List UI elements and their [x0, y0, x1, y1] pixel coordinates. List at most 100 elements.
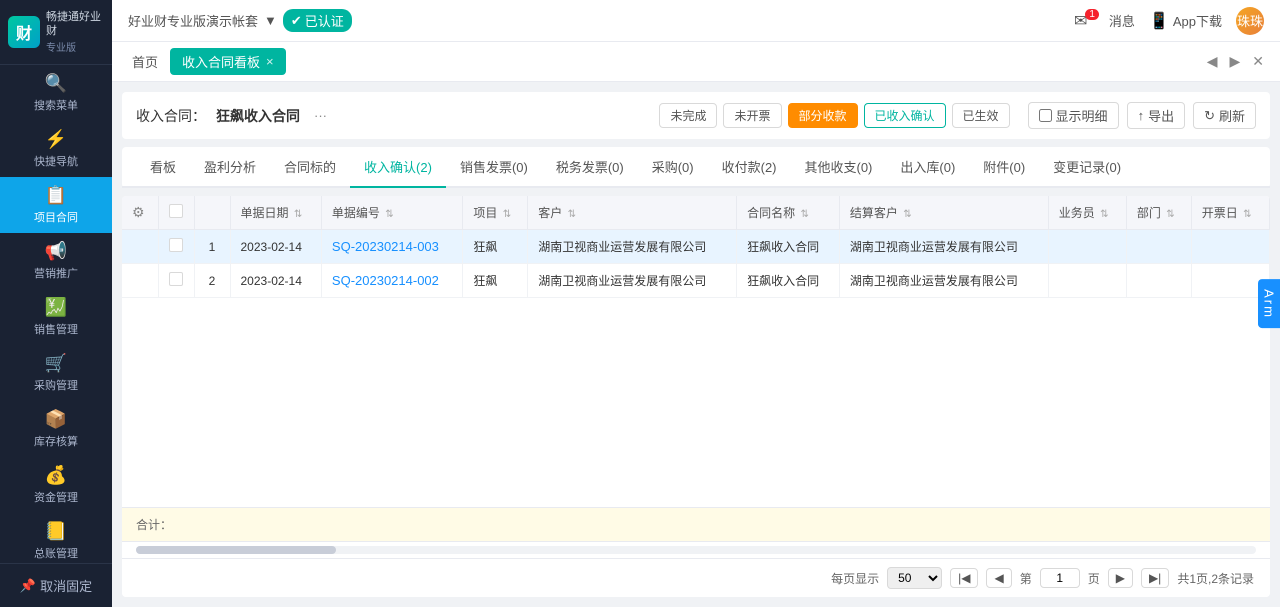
- td-settled_customer: 湖南卫视商业运营发展有限公司: [839, 264, 1048, 298]
- sidebar-label: 快捷导航: [34, 153, 78, 169]
- sidebar-item-库存核算[interactable]: 📦 库存核算: [0, 401, 112, 457]
- td-code[interactable]: SQ-20230214-002: [321, 264, 462, 298]
- nav-next-icon[interactable]: ▶: [1225, 51, 1244, 72]
- message-action[interactable]: ✉ 1 消息: [1074, 11, 1135, 31]
- sidebar-bottom: 📌 取消固定: [0, 563, 112, 607]
- th-settled_customer: 结算客户 ⇅: [839, 196, 1048, 230]
- pagination-prev-btn[interactable]: ◀: [986, 568, 1011, 588]
- status-btn-未开票[interactable]: 未开票: [723, 103, 781, 128]
- sort-icon-project[interactable]: ⇅: [503, 209, 511, 220]
- page-number-input[interactable]: [1040, 568, 1080, 588]
- sidebar-label: 采购管理: [34, 377, 78, 393]
- pin-icon: 📌: [20, 578, 36, 594]
- topbar: 好业财专业版演示帐套 ▼ ✔ 已认证 ✉ 1 消息 📱 App下载 珠珠: [112, 0, 1280, 42]
- inner-tab-采购[interactable]: 采购(0): [638, 147, 708, 188]
- th-idx: [194, 196, 230, 230]
- per-page-select[interactable]: 50 100 200: [887, 567, 942, 589]
- sidebar-label: 销售管理: [34, 321, 78, 337]
- sidebar-item-营销推广[interactable]: 📢 营销推广: [0, 233, 112, 289]
- sort-icon-contract_name[interactable]: ⇅: [800, 209, 808, 220]
- inner-tab-销售发票[interactable]: 销售发票(0): [446, 147, 542, 188]
- sidebar-item-采购管理[interactable]: 🛒 采购管理: [0, 345, 112, 401]
- avatar-text: 珠珠: [1237, 11, 1263, 30]
- sort-icon-date[interactable]: ⇅: [294, 209, 302, 220]
- nav-prev-icon[interactable]: ◀: [1203, 51, 1222, 72]
- sidebar-item-搜索菜单[interactable]: 🔍 搜索菜单: [0, 65, 112, 121]
- contract-right-actions: 显示明细 ↑导出 ↻刷新: [1028, 102, 1256, 129]
- content: 收入合同： 狂飙收入合同 ··· 未完成未开票部分收款已收入确认已生效 显示明细…: [112, 82, 1280, 607]
- td-contract_name: 狂飙收入合同: [737, 230, 840, 264]
- td-idx: 1: [194, 230, 230, 264]
- refresh-icon: ↻: [1204, 108, 1215, 124]
- inner-tab-出入库[interactable]: 出入库(0): [886, 147, 969, 188]
- settings-gear-icon[interactable]: ⚙: [132, 204, 145, 220]
- scrollbar-thumb[interactable]: [136, 546, 336, 554]
- tab-active[interactable]: 收入合同看板 ×: [170, 48, 286, 75]
- sidebar-pin-button[interactable]: 📌 取消固定: [4, 570, 108, 601]
- status-btn-已生效[interactable]: 已生效: [952, 103, 1010, 128]
- sort-icon-customer[interactable]: ⇅: [568, 209, 576, 220]
- inner-tab-其他收支[interactable]: 其他收支(0): [791, 147, 887, 188]
- table-header-row: ⚙单据日期 ⇅单据编号 ⇅项目 ⇅客户 ⇅合同名称 ⇅结算客户 ⇅业务员 ⇅部门…: [122, 196, 1270, 230]
- app-download-label: App下载: [1173, 11, 1222, 30]
- arm-sticky-button[interactable]: Arm: [1258, 279, 1280, 329]
- sidebar-item-销售管理[interactable]: 💹 销售管理: [0, 289, 112, 345]
- sidebar-item-资金管理[interactable]: 💰 资金管理: [0, 457, 112, 513]
- company-dropdown-icon[interactable]: ▼: [264, 13, 277, 28]
- sidebar-item-快捷导航[interactable]: ⚡ 快捷导航: [0, 121, 112, 177]
- td-settings: [122, 264, 158, 298]
- pagination-next-btn[interactable]: ▶: [1108, 568, 1133, 588]
- row-checkbox[interactable]: [169, 238, 183, 252]
- status-btn-已收入确认[interactable]: 已收入确认: [864, 103, 946, 128]
- row-checkbox[interactable]: [169, 272, 183, 286]
- sort-icon-settled_customer[interactable]: ⇅: [903, 209, 911, 220]
- tab-close-icon[interactable]: ×: [266, 54, 274, 69]
- td-code[interactable]: SQ-20230214-003: [321, 230, 462, 264]
- contract-action-btn-显示明细[interactable]: 显示明细: [1028, 102, 1119, 129]
- td-department: [1126, 230, 1191, 264]
- sidebar-item-项目合同[interactable]: 📋 项目合同: [0, 177, 112, 233]
- status-btn-未完成[interactable]: 未完成: [659, 103, 717, 128]
- sort-icon-salesperson[interactable]: ⇅: [1100, 209, 1108, 220]
- data-table: ⚙单据日期 ⇅单据编号 ⇅项目 ⇅客户 ⇅合同名称 ⇅结算客户 ⇅业务员 ⇅部门…: [122, 196, 1270, 298]
- tab-home[interactable]: 首页: [124, 48, 166, 75]
- td-project: 狂飙: [463, 264, 528, 298]
- nav-close-icon[interactable]: ✕: [1248, 51, 1268, 72]
- contract-action-btn-刷新[interactable]: ↻刷新: [1193, 102, 1256, 129]
- sort-icon-department[interactable]: ⇅: [1166, 209, 1174, 220]
- th-settings: ⚙: [122, 196, 158, 230]
- sort-icon-code[interactable]: ⇅: [385, 209, 393, 220]
- pagination-first-btn[interactable]: |◀: [950, 568, 978, 588]
- inner-tab-合同标的[interactable]: 合同标的: [270, 147, 350, 188]
- user-action[interactable]: 珠珠: [1236, 7, 1264, 35]
- sidebar: 财 畅捷通好业财 专业版 🔍 搜索菜单 ⚡ 快捷导航 📋 项目合同 📢 营销推广…: [0, 0, 112, 607]
- contract-more-button[interactable]: ···: [310, 108, 331, 123]
- show-detail-checkbox[interactable]: [1039, 109, 1052, 122]
- app-download-action[interactable]: 📱 App下载: [1149, 11, 1222, 31]
- export-icon: ↑: [1138, 108, 1145, 123]
- inner-tab-税务发票[interactable]: 税务发票(0): [542, 147, 638, 188]
- inner-tab-收付款[interactable]: 收付款(2): [708, 147, 791, 188]
- table-footer: 合计：: [122, 507, 1270, 541]
- table-scroll[interactable]: ⚙单据日期 ⇅单据编号 ⇅项目 ⇅客户 ⇅合同名称 ⇅结算客户 ⇅业务员 ⇅部门…: [122, 196, 1270, 507]
- contract-action-btn-导出[interactable]: ↑导出: [1127, 102, 1186, 129]
- inner-tab-盈利分析[interactable]: 盈利分析: [190, 147, 270, 188]
- row-code-link[interactable]: SQ-20230214-003: [332, 239, 439, 254]
- sort-icon-bill_date[interactable]: ⇅: [1243, 209, 1251, 220]
- row-code-link[interactable]: SQ-20230214-002: [332, 273, 439, 288]
- header-checkbox[interactable]: [169, 204, 183, 218]
- status-btn-部分收款[interactable]: 部分收款: [788, 103, 858, 128]
- pagination-last-btn[interactable]: ▶|: [1141, 568, 1169, 588]
- td-salesperson: [1048, 264, 1126, 298]
- sidebar-icon: 💰: [45, 465, 67, 486]
- inner-tab-收入确认[interactable]: 收入确认(2): [350, 147, 446, 188]
- th-bill_date: 开票日 ⇅: [1191, 196, 1269, 230]
- inner-tab-变更记录[interactable]: 变更记录(0): [1039, 147, 1135, 188]
- td-customer: 湖南卫视商业运营发展有限公司: [528, 230, 737, 264]
- inner-tab-附件[interactable]: 附件(0): [969, 147, 1039, 188]
- verified-check-icon: ✔: [291, 13, 302, 29]
- contract-name: 狂飙收入合同: [216, 106, 300, 126]
- inner-tab-看板[interactable]: 看板: [136, 147, 190, 188]
- footer-total-label: 合计：: [136, 516, 172, 533]
- sidebar-item-总账管理[interactable]: 📒 总账管理: [0, 513, 112, 563]
